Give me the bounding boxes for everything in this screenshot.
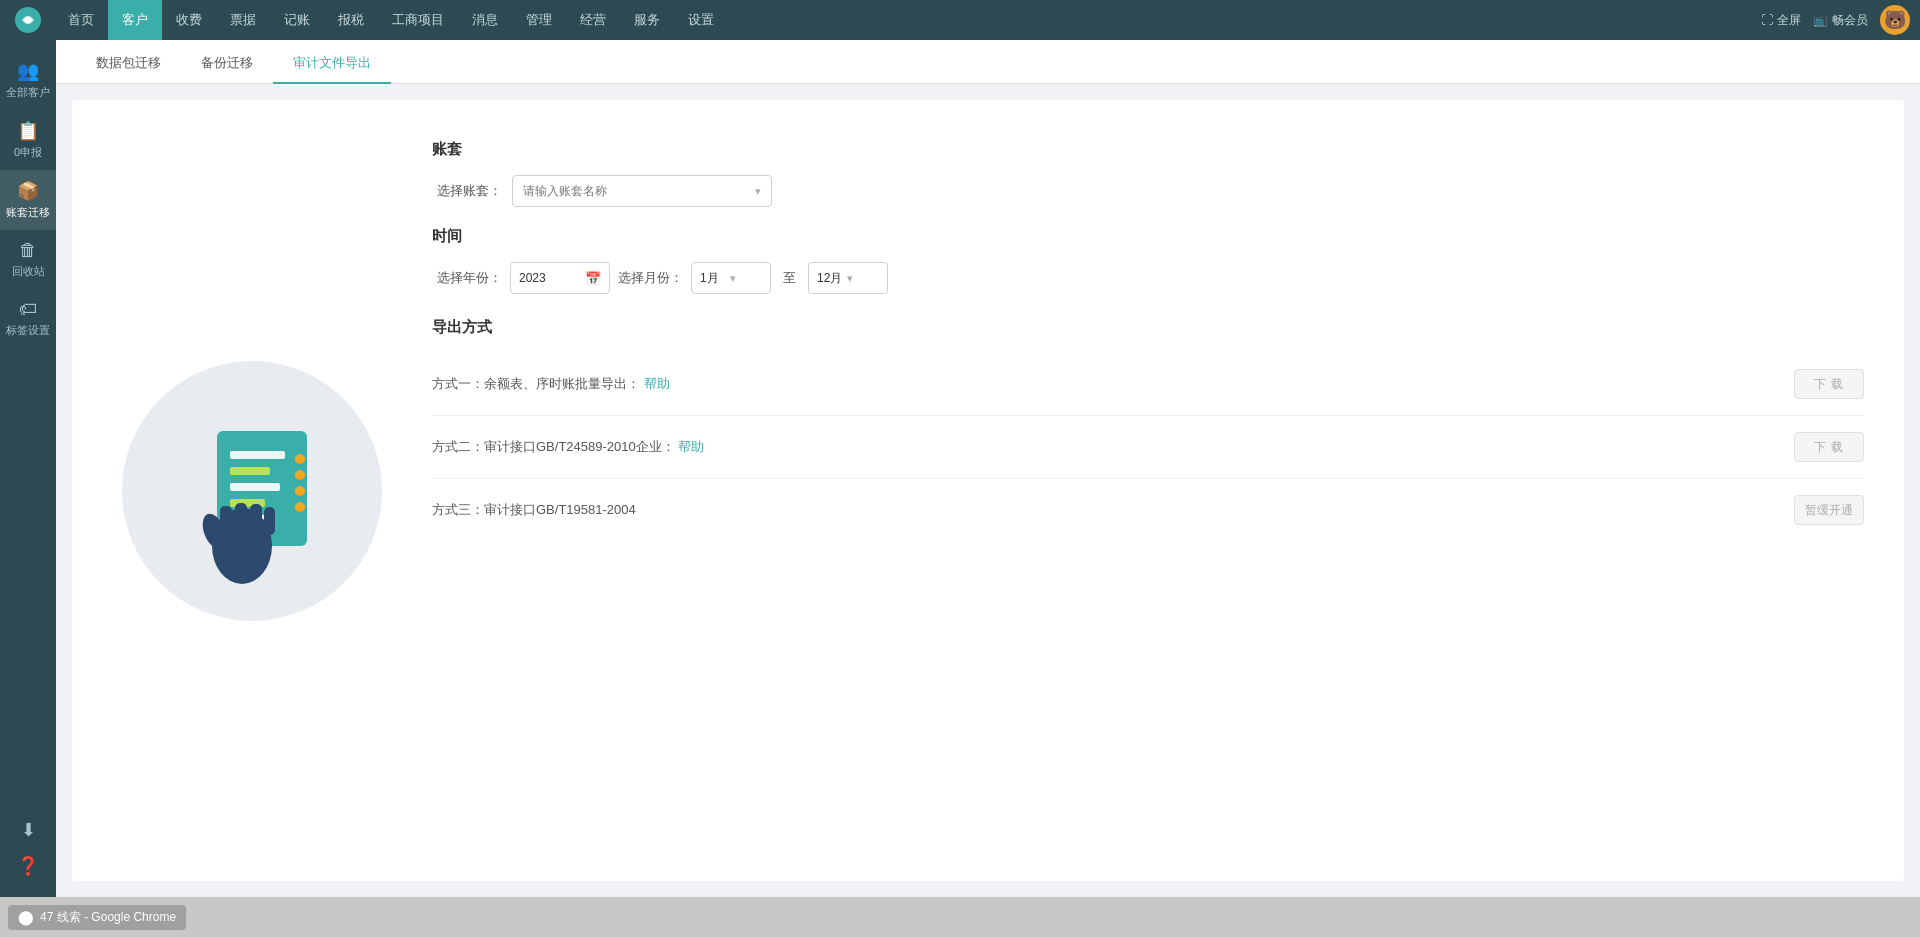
nav-operations[interactable]: 经营: [566, 0, 620, 40]
svg-rect-5: [230, 483, 280, 491]
browser-taskbar-button[interactable]: ⬤ 47 线索 - Google Chrome: [8, 905, 186, 930]
month-label: 选择月份：: [618, 269, 683, 287]
month-end-chevron-icon: ▾: [847, 272, 853, 285]
nav-settings[interactable]: 设置: [674, 0, 728, 40]
nav-admin[interactable]: 管理: [512, 0, 566, 40]
svg-point-8: [295, 454, 305, 464]
year-input[interactable]: 📅: [510, 262, 610, 294]
nav-home[interactable]: 首页: [54, 0, 108, 40]
month-end-select[interactable]: 1月 2月 3月 4月 5月 6月 7月 8月 9月 10月 11月: [808, 262, 888, 294]
export-method-1: 方式一：余额表、序时账批量导出： 帮助 下 载: [432, 353, 1864, 416]
calendar-icon: 📅: [585, 271, 601, 286]
nav-invoices[interactable]: 票据: [216, 0, 270, 40]
nav-customers[interactable]: 客户: [108, 0, 162, 40]
chevron-down-icon: ▾: [755, 185, 761, 198]
account-form-row: 选择账套： ▾: [432, 175, 1864, 207]
page-content: 账套 选择账套： ▾ 时间 选择年份： 📅: [72, 100, 1904, 881]
top-nav-right-area: ⛶ 全屏 📺 畅会员 🐻: [1761, 5, 1910, 35]
sidebar-item-zero-declaration[interactable]: 📋 0申报: [0, 110, 56, 170]
year-label: 选择年份：: [432, 269, 502, 287]
month-start-dropdown[interactable]: 1月 2月 3月 4月 5月 6月 7月 8月 9月 10月 11月: [700, 271, 726, 285]
tab-audit-export[interactable]: 审计文件导出: [273, 44, 391, 84]
chrome-icon: ⬤: [18, 909, 34, 925]
to-label: 至: [779, 269, 800, 287]
top-navigation: 首页 客户 收费 票据 记账 报税 工商项目 消息 管理 经营 服务 设置 ⛶ …: [0, 0, 1920, 40]
account-select[interactable]: ▾: [512, 175, 772, 207]
account-input[interactable]: [523, 184, 723, 198]
fullscreen-button[interactable]: ⛶ 全屏: [1761, 12, 1801, 29]
form-area: 账套 选择账套： ▾ 时间 选择年份： 📅: [432, 130, 1864, 851]
help-icon[interactable]: ❓: [17, 855, 39, 877]
fullscreen-icon: ⛶: [1761, 13, 1773, 27]
app-logo: [10, 2, 46, 38]
migration-icon: 📦: [17, 180, 39, 202]
sidebar-item-recycle[interactable]: 🗑 回收站: [0, 230, 56, 289]
label-icon: 🏷: [19, 299, 37, 320]
member-button[interactable]: 📺 畅会员: [1813, 12, 1868, 29]
svg-rect-14: [220, 506, 232, 536]
illustration-circle: [122, 361, 382, 621]
declaration-icon: 📋: [17, 120, 39, 142]
time-section-title: 时间: [432, 227, 1864, 246]
export-method-3: 方式三：审计接口GB/T19581-2004 暂缓开通: [432, 479, 1864, 541]
taskbar: ⬤ 47 线索 - Google Chrome: [0, 897, 1920, 937]
sidebar-bottom: ⬇ ❓: [17, 819, 39, 877]
download-button-2[interactable]: 下 载: [1794, 432, 1864, 462]
svg-point-10: [295, 486, 305, 496]
svg-rect-3: [230, 451, 285, 459]
time-section: 时间 选择年份： 📅 选择月份： 1月 2月 3月: [432, 227, 1864, 294]
sidebar-item-account-migration[interactable]: 📦 账套迁移: [0, 170, 56, 230]
help-link-1[interactable]: 帮助: [644, 376, 670, 391]
nav-messages[interactable]: 消息: [458, 0, 512, 40]
svg-point-9: [295, 470, 305, 480]
svg-rect-16: [250, 504, 262, 536]
tabs-bar: 数据包迁移 备份迁移 审计文件导出: [56, 40, 1920, 84]
content-area: 数据包迁移 备份迁移 审计文件导出: [56, 40, 1920, 897]
export-method-2-text: 方式二：审计接口GB/T24589-2010企业： 帮助: [432, 438, 704, 456]
recycle-icon: 🗑: [19, 240, 37, 261]
svg-point-11: [295, 502, 305, 512]
month-end-dropdown[interactable]: 1月 2月 3月 4月 5月 6月 7月 8月 9月 10月 11月: [817, 271, 843, 285]
sidebar: 👥 全部客户 📋 0申报 📦 账套迁移 🗑 回收站 🏷 标签设置 ⬇ ❓: [0, 40, 56, 897]
account-label: 选择账套：: [432, 182, 502, 200]
member-icon: 📺: [1813, 13, 1828, 27]
export-section-title: 导出方式: [432, 318, 1864, 337]
svg-rect-4: [230, 467, 270, 475]
nav-services[interactable]: 服务: [620, 0, 674, 40]
nav-business[interactable]: 工商项目: [378, 0, 458, 40]
export-method-2: 方式二：审计接口GB/T24589-2010企业： 帮助 下 载: [432, 416, 1864, 479]
svg-point-1: [25, 17, 31, 23]
month-start-chevron-icon: ▾: [730, 272, 736, 285]
sidebar-item-label-settings[interactable]: 🏷 标签设置: [0, 289, 56, 348]
svg-rect-15: [235, 503, 247, 536]
month-start-select[interactable]: 1月 2月 3月 4月 5月 6月 7月 8月 9月 10月 11月: [691, 262, 771, 294]
sidebar-item-all-customers[interactable]: 👥 全部客户: [0, 50, 56, 110]
illustration-svg: [152, 391, 352, 591]
account-section-title: 账套: [432, 140, 1864, 159]
browser-label: 47 线索 - Google Chrome: [40, 909, 176, 926]
export-method-1-text: 方式一：余额表、序时账批量导出： 帮助: [432, 375, 670, 393]
tab-data-migration[interactable]: 数据包迁移: [76, 44, 181, 84]
time-row: 选择年份： 📅 选择月份： 1月 2月 3月 4月: [432, 262, 1864, 294]
export-method-3-text: 方式三：审计接口GB/T19581-2004: [432, 501, 636, 519]
illustration-area: [112, 130, 392, 851]
nav-tax[interactable]: 报税: [324, 0, 378, 40]
nav-accounting[interactable]: 记账: [270, 0, 324, 40]
customers-icon: 👥: [17, 60, 39, 82]
download-button-1[interactable]: 下 载: [1794, 369, 1864, 399]
tab-backup-migration[interactable]: 备份迁移: [181, 44, 273, 84]
year-value[interactable]: [519, 271, 579, 285]
download-icon[interactable]: ⬇: [21, 819, 36, 841]
svg-rect-17: [264, 507, 275, 535]
coming-soon-button[interactable]: 暂缓开通: [1794, 495, 1864, 525]
main-layout: 👥 全部客户 📋 0申报 📦 账套迁移 🗑 回收站 🏷 标签设置 ⬇ ❓ 数据包…: [0, 40, 1920, 897]
nav-billing[interactable]: 收费: [162, 0, 216, 40]
avatar[interactable]: 🐻: [1880, 5, 1910, 35]
export-section: 导出方式 方式一：余额表、序时账批量导出： 帮助 下 载 方式二：审计接口GB/…: [432, 318, 1864, 541]
help-link-2[interactable]: 帮助: [678, 439, 704, 454]
